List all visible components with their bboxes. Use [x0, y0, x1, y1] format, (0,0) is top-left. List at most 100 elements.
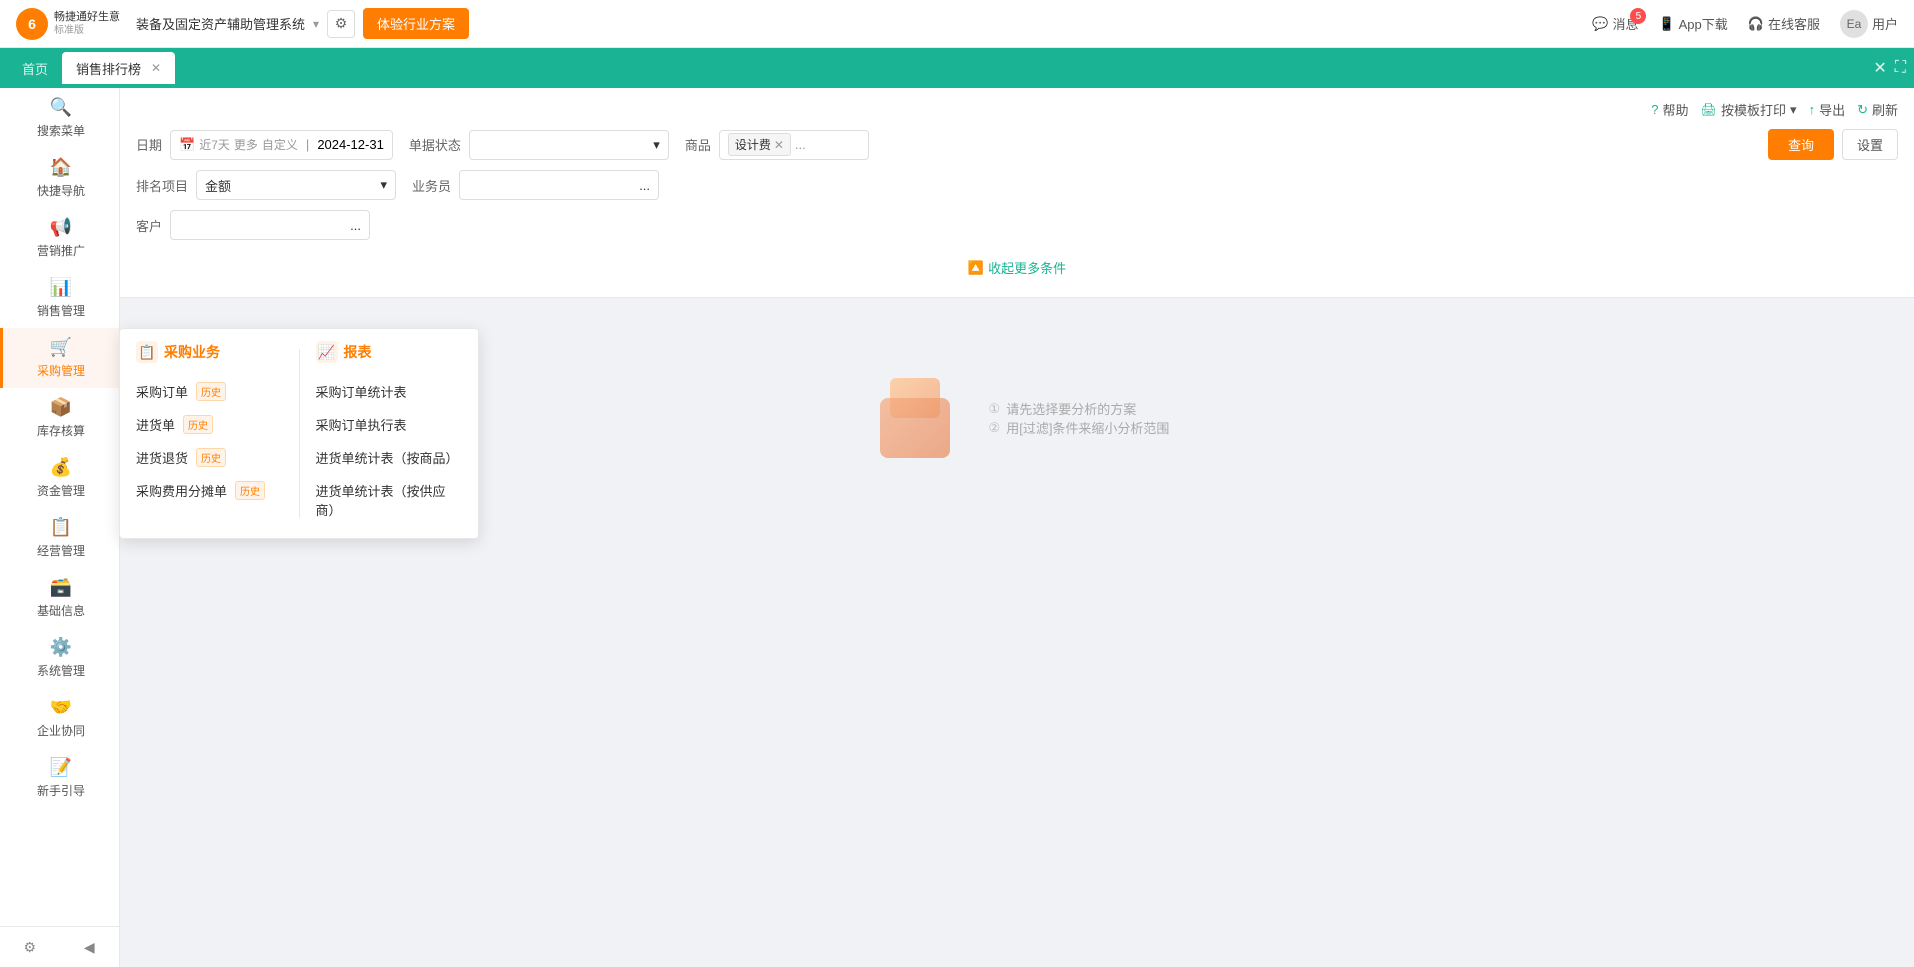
print-template-btn[interactable]: 🖨 按模板打印 ▾ — [1701, 100, 1797, 119]
sidebar-item-quicknav[interactable]: 🏠 快捷导航 — [0, 148, 119, 208]
sidebar-item-finance[interactable]: 💰 资金管理 — [0, 448, 119, 508]
dropdown-col1: 📋 采购业务 采购订单 历史 进货单 历史 进货退货 — [120, 341, 299, 526]
goods-label: 商品 — [685, 135, 711, 154]
help-btn[interactable]: ? 帮助 — [1651, 100, 1688, 119]
refresh-icon: ↻ — [1857, 102, 1868, 118]
sidebar-collapse-btn[interactable]: ◀ — [60, 927, 120, 967]
voucher-status-group: 单据状态 ▾ — [409, 130, 669, 160]
sidebar-item-search[interactable]: 🔍 搜索菜单 — [0, 88, 119, 148]
filter-toolbar: ? 帮助 🖨 按模板打印 ▾ ↑ 导出 ↻ 刷新 — [136, 100, 1898, 119]
dropdown-col1-title: 📋 采购业务 — [136, 341, 283, 363]
sidebar-settings-btn[interactable]: ⚙ — [0, 927, 60, 967]
tab-home[interactable]: 首页 — [8, 52, 62, 84]
collab-icon: 🤝 — [50, 697, 72, 718]
help-icon: ? — [1651, 102, 1658, 117]
dropdown-arrow-icon[interactable]: ▾ — [313, 17, 319, 31]
refresh-btn[interactable]: ↻ 刷新 — [1857, 100, 1898, 119]
filter-area: ? 帮助 🖨 按模板打印 ▾ ↑ 导出 ↻ 刷新 — [120, 88, 1914, 298]
dropdown-item-stock-stats-goods[interactable]: 进货单统计表（按商品） — [316, 441, 463, 474]
tab-maximize-icon[interactable]: ⛶ — [1895, 59, 1906, 77]
dropdown-item-stock-stats-supplier[interactable]: 进货单统计表（按供应商） — [316, 474, 463, 526]
print-icon: 🖨 — [1701, 102, 1718, 118]
dropdown-item-stock-in[interactable]: 进货单 历史 — [136, 408, 283, 441]
sidebar-item-purchase[interactable]: 🛒 采购管理 📋 采购业务 采购订单 历史 — [0, 328, 119, 388]
chevron-down-icon: ▾ — [380, 177, 387, 193]
salesman-label: 业务员 — [412, 176, 451, 195]
logo-icon: 6 — [16, 8, 48, 40]
basic-info-icon: 🗃️ — [50, 577, 72, 598]
tab-bar: 首页 销售排行榜 ✕ ✕ ⛶ — [0, 48, 1914, 88]
sidebar: 🔍 搜索菜单 🏠 快捷导航 📢 营销推广 📊 销售管理 🛒 采购管理 — [0, 88, 120, 967]
customer-label: 客户 — [136, 216, 162, 235]
voucher-status-select[interactable]: ▾ — [469, 130, 669, 160]
headset-icon: 🎧 — [1748, 16, 1764, 32]
more-icon: ... — [795, 137, 806, 152]
sidebar-item-guide[interactable]: 📝 新手引导 — [0, 748, 119, 808]
empty-illustration — [865, 378, 965, 458]
sidebar-item-collab[interactable]: 🤝 企业协同 — [0, 688, 119, 748]
dropdown-item-purchase-expense[interactable]: 采购费用分摊单 历史 — [136, 474, 283, 507]
salesman-select[interactable]: ... — [459, 170, 659, 200]
tab-sales-rank[interactable]: 销售排行榜 ✕ — [62, 52, 175, 84]
top-right: 💬 消息 5 📱 App下载 🎧 在线客服 Ea 用户 — [1592, 10, 1898, 38]
salesman-group: 业务员 ... — [412, 170, 659, 200]
customer-group: 客户 ... — [136, 210, 370, 240]
hist-badge: 历史 — [196, 448, 226, 467]
online-service-btn[interactable]: 🎧 在线客服 — [1748, 14, 1820, 33]
goods-tag: 设计费 ✕ — [728, 133, 791, 156]
user-menu[interactable]: Ea 用户 — [1840, 10, 1898, 38]
export-icon: ↑ — [1809, 102, 1816, 117]
filter-rows: 日期 📅 近7天 更多 自定义 | 2024-12-31 单据状态 — [136, 129, 1898, 285]
customer-select[interactable]: ... — [170, 210, 370, 240]
collapse-row[interactable]: 🔼 收起更多条件 — [136, 250, 1898, 285]
sidebar-item-marketing[interactable]: 📢 营销推广 — [0, 208, 119, 268]
dropdown-item-purchase-order[interactable]: 采购订单 历史 — [136, 375, 283, 408]
sidebar-item-inventory[interactable]: 📦 库存核算 — [0, 388, 119, 448]
app-download-btn[interactable]: 📱 App下载 — [1658, 14, 1727, 33]
sidebar-item-system[interactable]: ⚙️ 系统管理 — [0, 628, 119, 688]
goods-group: 商品 设计费 ✕ ... — [685, 130, 869, 160]
dropdown-columns: 📋 采购业务 采购订单 历史 进货单 历史 进货退货 — [120, 341, 478, 526]
date-value: 2024-12-31 — [317, 137, 384, 152]
dropdown-item-po-stats[interactable]: 采购订单统计表 — [316, 375, 463, 408]
dropdown-item-po-exec[interactable]: 采购订单执行表 — [316, 408, 463, 441]
sidebar-item-sales[interactable]: 📊 销售管理 — [0, 268, 119, 328]
settings-btn[interactable]: ⚙ — [327, 10, 355, 38]
query-btn[interactable]: 查询 — [1768, 129, 1834, 160]
voucher-status-label: 单据状态 — [409, 135, 461, 154]
industry-btn[interactable]: 体验行业方案 — [363, 8, 469, 39]
hist-badge: 历史 — [196, 382, 226, 401]
phone-icon: 📱 — [1658, 16, 1674, 32]
message-btn[interactable]: 💬 消息 5 — [1592, 14, 1638, 33]
logo-text: 畅捷通好生意 标准版 — [54, 10, 120, 37]
system-title-area: 装备及固定资产辅助管理系统 ▾ ⚙ 体验行业方案 — [136, 8, 1592, 39]
message-icon: 💬 — [1592, 16, 1608, 32]
main-layout: 🔍 搜索菜单 🏠 快捷导航 📢 营销推广 📊 销售管理 🛒 采购管理 — [0, 88, 1914, 967]
message-badge: 5 — [1630, 8, 1646, 24]
tab-close-icon[interactable]: ✕ — [151, 61, 161, 75]
filter-settings-btn[interactable]: 设置 — [1842, 129, 1898, 160]
action-btns: 查询 设置 — [1768, 129, 1898, 160]
export-btn[interactable]: ↑ 导出 — [1809, 100, 1846, 119]
goods-tag-close-icon[interactable]: ✕ — [774, 138, 784, 152]
avatar: Ea — [1840, 10, 1868, 38]
inventory-icon: 📦 — [50, 397, 72, 418]
purchase-dropdown-menu: 📋 采购业务 采购订单 历史 进货单 历史 进货退货 — [119, 328, 479, 539]
tab-close-all-icon[interactable]: ✕ — [1873, 58, 1886, 78]
date-filter-group: 日期 📅 近7天 更多 自定义 | 2024-12-31 — [136, 130, 393, 160]
hist-badge: 历史 — [183, 415, 213, 434]
sidebar-item-basic-info[interactable]: 🗃️ 基础信息 — [0, 568, 119, 628]
chevron-down-icon: ▾ — [653, 137, 660, 153]
empty-tip-1: ① 请先选择要分析的方案 — [989, 399, 1170, 418]
more-icon: ... — [639, 178, 650, 193]
hist-badge: 历史 — [235, 481, 265, 500]
empty-box-shape — [880, 398, 950, 458]
ranking-select[interactable]: 金额 ▾ — [196, 170, 396, 200]
more-icon: ... — [350, 218, 361, 233]
ranking-label: 排名项目 — [136, 176, 188, 195]
ranking-group: 排名项目 金额 ▾ — [136, 170, 396, 200]
sidebar-item-operation[interactable]: 📋 经营管理 — [0, 508, 119, 568]
dropdown-item-stock-return[interactable]: 进货退货 历史 — [136, 441, 283, 474]
print-arrow-icon: ▾ — [1790, 102, 1797, 118]
home-icon: 🏠 — [50, 157, 72, 178]
